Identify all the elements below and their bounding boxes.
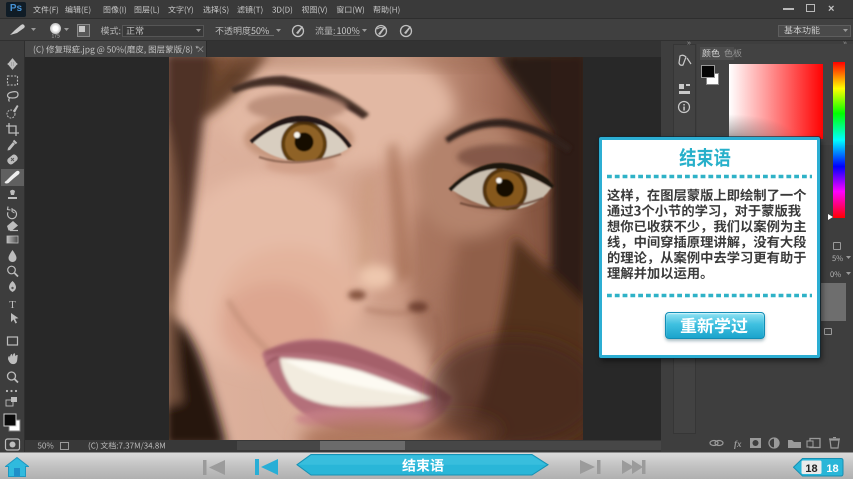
svg-text:18: 18 (805, 463, 817, 475)
svg-text:T: T (9, 299, 16, 311)
svg-text:18: 18 (826, 463, 838, 475)
svg-text:fx: fx (734, 439, 742, 449)
